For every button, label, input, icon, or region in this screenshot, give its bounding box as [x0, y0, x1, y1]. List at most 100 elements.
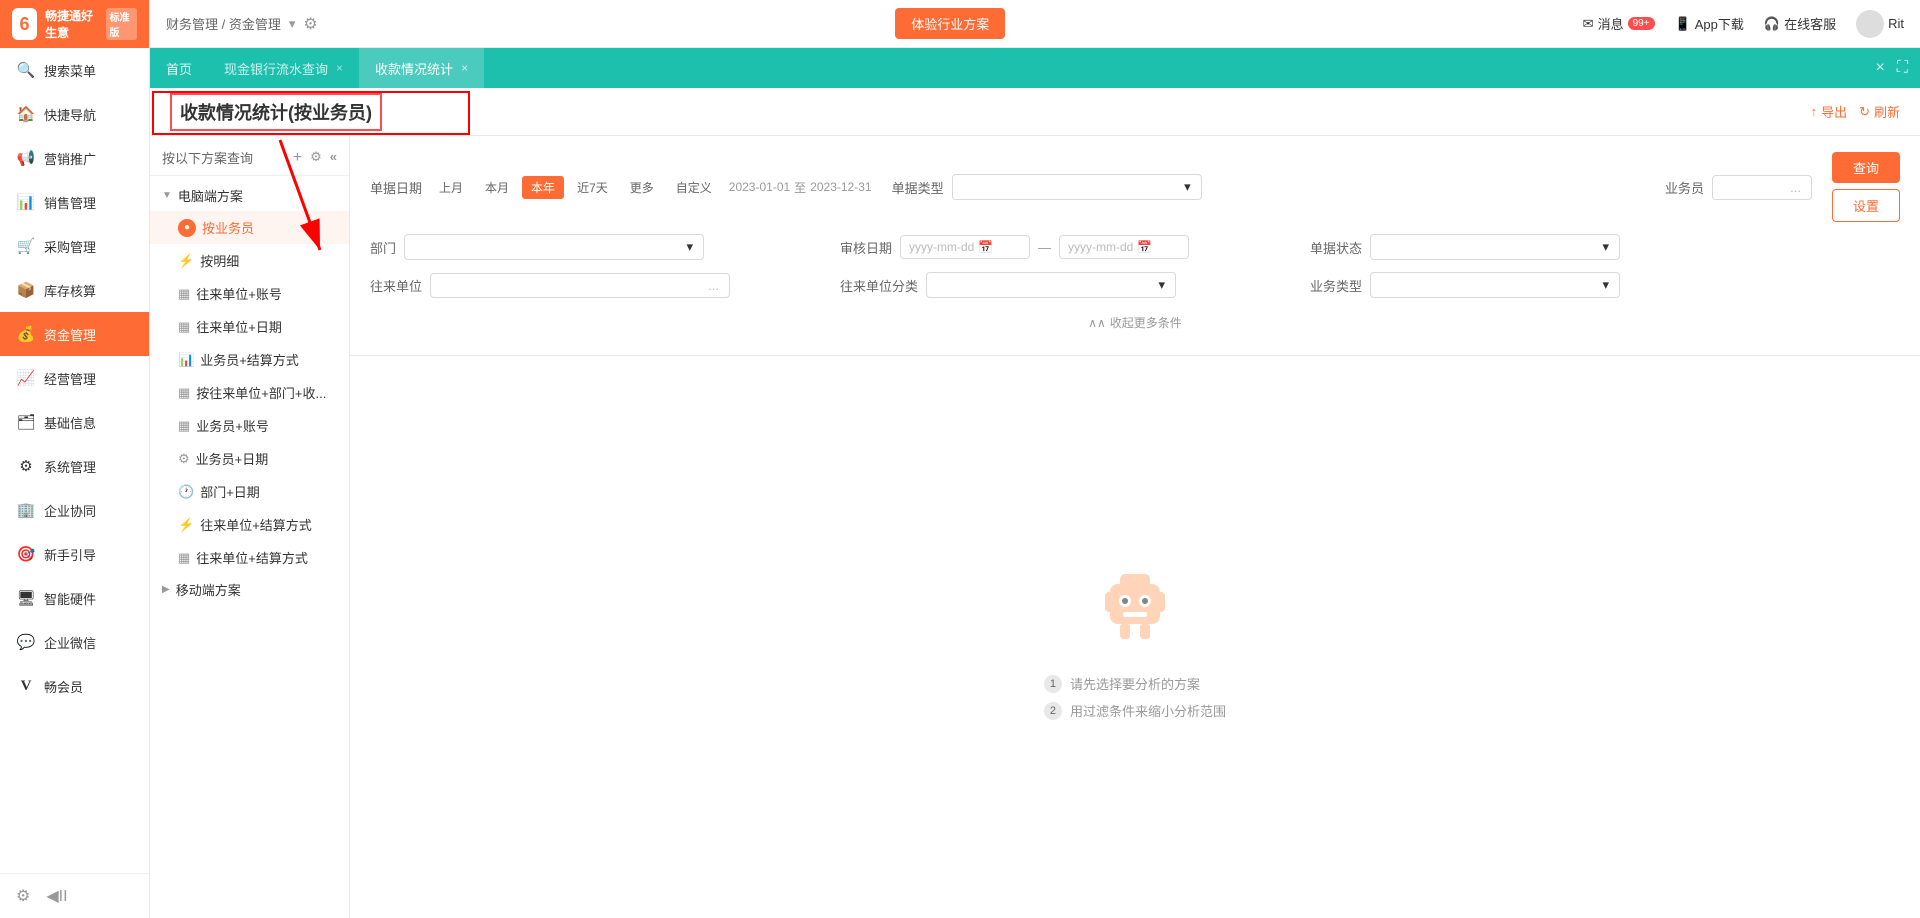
message-btn[interactable]: ✉ 消息 99+ — [1583, 14, 1655, 33]
filter-row-3: 往来单位 ... 往来单位分类 ▾ 业务类型 — [370, 272, 1900, 298]
sidebar-item-operation[interactable]: 📈 经营管理 — [0, 356, 149, 400]
audit-to-placeholder: yyyy-mm-dd — [1068, 240, 1133, 254]
audit-date-from[interactable]: yyyy-mm-dd 📅 — [900, 235, 1030, 259]
trial-btn[interactable]: 体验行业方案 — [895, 8, 1005, 39]
sidebar-item-basic[interactable]: 🗂 基础信息 — [0, 400, 149, 444]
sidebar-item-inventory[interactable]: 📦 库存核算 — [0, 268, 149, 312]
scheme-item-salesman-settlement[interactable]: 📊 业务员+结算方式 — [150, 343, 349, 376]
scheme-settings-icon[interactable]: ⚙ — [310, 149, 322, 167]
shortcut-this-month[interactable]: 本月 — [476, 176, 518, 199]
shortcut-more[interactable]: 更多 — [621, 176, 663, 199]
collapse-conditions-btn[interactable]: ∧∧ 收起更多条件 — [370, 306, 1900, 339]
scheme-group-desktop-title[interactable]: ▼ 电脑端方案 — [150, 180, 349, 211]
user-info[interactable]: Rit — [1856, 10, 1904, 38]
sidebar: 6 畅捷通好生意 标准版 🔍 搜索菜单 🏠 快捷导航 📢 营销推广 📊 销售管理… — [0, 0, 150, 918]
biz-type-select[interactable]: ▾ — [1370, 272, 1620, 298]
scheme-item-salesman-account[interactable]: ▦ 业务员+账号 — [150, 409, 349, 442]
tab-bank[interactable]: 现金银行流水查询 × — [208, 48, 359, 88]
scheme-add-icon[interactable]: + — [293, 149, 302, 167]
app-version: 标准版 — [106, 8, 138, 40]
date-separator: 至 — [794, 179, 806, 196]
sidebar-bottom: ⚙ ◀II — [0, 873, 149, 918]
logo-icon: 6 — [12, 8, 37, 40]
doc-type-select[interactable]: ▾ — [952, 174, 1202, 200]
empty-hint-1: 1 请先选择要分析的方案 — [1044, 674, 1226, 693]
partner-category-select[interactable]: ▾ — [926, 272, 1176, 298]
sidebar-item-purchase[interactable]: 🛒 采购管理 — [0, 224, 149, 268]
sidebar-label-basic: 基础信息 — [44, 413, 96, 432]
sidebar-item-finance[interactable]: 💰 资金管理 — [0, 312, 149, 356]
sidebar-item-hardware[interactable]: 🖥 智能硬件 — [0, 576, 149, 620]
tab-receipt-close[interactable]: × — [461, 61, 468, 75]
query-btn[interactable]: 查询 — [1832, 152, 1900, 183]
partner-select[interactable]: ... — [430, 273, 730, 298]
sidebar-item-system[interactable]: ⚙ 系统管理 — [0, 444, 149, 488]
scheme-list: ▼ 电脑端方案 ● 按业务员 ⚡ 按明细 ▦ 往来单位+账号 — [150, 176, 349, 918]
scheme-item-partner-dept[interactable]: ▦ 按往来单位+部门+收... — [150, 376, 349, 409]
audit-date-to[interactable]: yyyy-mm-dd 📅 — [1059, 235, 1189, 259]
sidebar-item-marketing[interactable]: 📢 营销推广 — [0, 136, 149, 180]
calendar-icon-2[interactable]: 📅 — [1137, 240, 1152, 254]
shortcut-custom[interactable]: 自定义 — [667, 176, 721, 199]
sidebar-item-corp[interactable]: 🏢 企业协同 — [0, 488, 149, 532]
refresh-btn[interactable]: ↻ 刷新 — [1859, 102, 1900, 121]
collapse-label: 收起更多条件 — [1110, 314, 1182, 331]
settings-btn[interactable]: 设置 — [1832, 189, 1900, 222]
sidebar-item-member[interactable]: V 畅会员 — [0, 664, 149, 708]
scheme-item-by-detail[interactable]: ⚡ 按明细 — [150, 244, 349, 277]
tab-receipt[interactable]: 收款情况统计 × — [359, 48, 484, 88]
sidebar-item-guide[interactable]: 🎯 新手引导 — [0, 532, 149, 576]
page-title: 收款情况统计(按业务员) — [170, 93, 382, 131]
sidebar-item-search[interactable]: 🔍 搜索菜单 — [0, 48, 149, 92]
audit-from-placeholder: yyyy-mm-dd — [909, 240, 974, 254]
item-icon-ss: 📊 — [178, 352, 194, 368]
scheme-item-partner-date[interactable]: ▦ 往来单位+日期 — [150, 310, 349, 343]
scheme-item-partner-settlement1[interactable]: ⚡ 往来单位+结算方式 — [150, 508, 349, 541]
export-icon: ↑ — [1811, 104, 1818, 119]
group-arrow-right: ▶ — [162, 584, 170, 595]
scheme-item-by-salesman[interactable]: ● 按业务员 — [150, 211, 349, 244]
tab-close-all-icon[interactable]: × — [1875, 59, 1884, 77]
dept-select[interactable]: ▾ — [404, 234, 704, 260]
sidebar-collapse-icon[interactable]: ◀II — [46, 886, 67, 906]
sidebar-label-corp: 企业协同 — [44, 501, 96, 520]
app-name: 畅捷通好生意 — [45, 7, 101, 41]
audit-date-label: 审核日期 — [840, 238, 892, 257]
date-filter-row: 单据日期 上月 本月 本年 近7天 更多 自定义 2023-01-01 至 — [370, 176, 872, 199]
app-download-label: App下载 — [1695, 14, 1744, 33]
scheme-item-salesman-date[interactable]: ⚙ 业务员+日期 — [150, 442, 349, 475]
sidebar-item-wechat[interactable]: 💬 企业微信 — [0, 620, 149, 664]
tab-receipt-label: 收款情况统计 — [375, 59, 453, 78]
scheme-item-dept-date[interactable]: 🕐 部门+日期 — [150, 475, 349, 508]
salesman-select[interactable]: ... — [1712, 175, 1812, 200]
biz-type-filter: 业务类型 ▾ — [1310, 272, 1760, 298]
hint-num-2: 2 — [1044, 702, 1062, 720]
scheme-panel: 按以下方案查询 + ⚙ « ▼ 电脑端方案 ● 按业务员 — [150, 136, 350, 918]
online-service-btn[interactable]: 🎧 在线客服 — [1764, 14, 1836, 33]
export-btn[interactable]: ↑ 导出 — [1811, 102, 1848, 121]
tab-fullscreen-icon[interactable]: ⛶ — [1897, 59, 1908, 77]
sidebar-label-finance: 资金管理 — [44, 325, 96, 344]
shortcut-7days[interactable]: 近7天 — [568, 176, 617, 199]
shortcut-last-month[interactable]: 上月 — [430, 176, 472, 199]
scheme-item-partner-settlement2[interactable]: ▦ 往来单位+结算方式 — [150, 541, 349, 574]
sidebar-settings-icon[interactable]: ⚙ — [16, 886, 30, 906]
partner-more-icon[interactable]: ... — [708, 278, 719, 293]
app-download-btn[interactable]: 📱 App下载 — [1675, 14, 1744, 33]
breadcrumb-dropdown-icon[interactable]: ▾ — [289, 16, 296, 32]
salesman-more-icon[interactable]: ... — [1790, 180, 1801, 195]
header-settings-icon[interactable]: ⚙ — [303, 14, 317, 34]
date-label: 单据日期 — [370, 178, 422, 197]
calendar-icon-1[interactable]: 📅 — [978, 240, 993, 254]
sidebar-item-quicknav[interactable]: 🏠 快捷导航 — [0, 92, 149, 136]
shortcut-this-year[interactable]: 本年 — [522, 176, 564, 199]
scheme-item-partner-account[interactable]: ▦ 往来单位+账号 — [150, 277, 349, 310]
scheme-group-mobile-title[interactable]: ▶ 移动端方案 — [150, 574, 349, 605]
tab-bank-close[interactable]: × — [336, 61, 343, 75]
doc-status-select[interactable]: ▾ — [1370, 234, 1620, 260]
message-label: 消息 — [1598, 14, 1624, 33]
sidebar-item-sales[interactable]: 📊 销售管理 — [0, 180, 149, 224]
sidebar-label-guide: 新手引导 — [44, 545, 96, 564]
tab-home[interactable]: 首页 — [150, 48, 208, 88]
scheme-collapse-icon[interactable]: « — [330, 149, 337, 167]
